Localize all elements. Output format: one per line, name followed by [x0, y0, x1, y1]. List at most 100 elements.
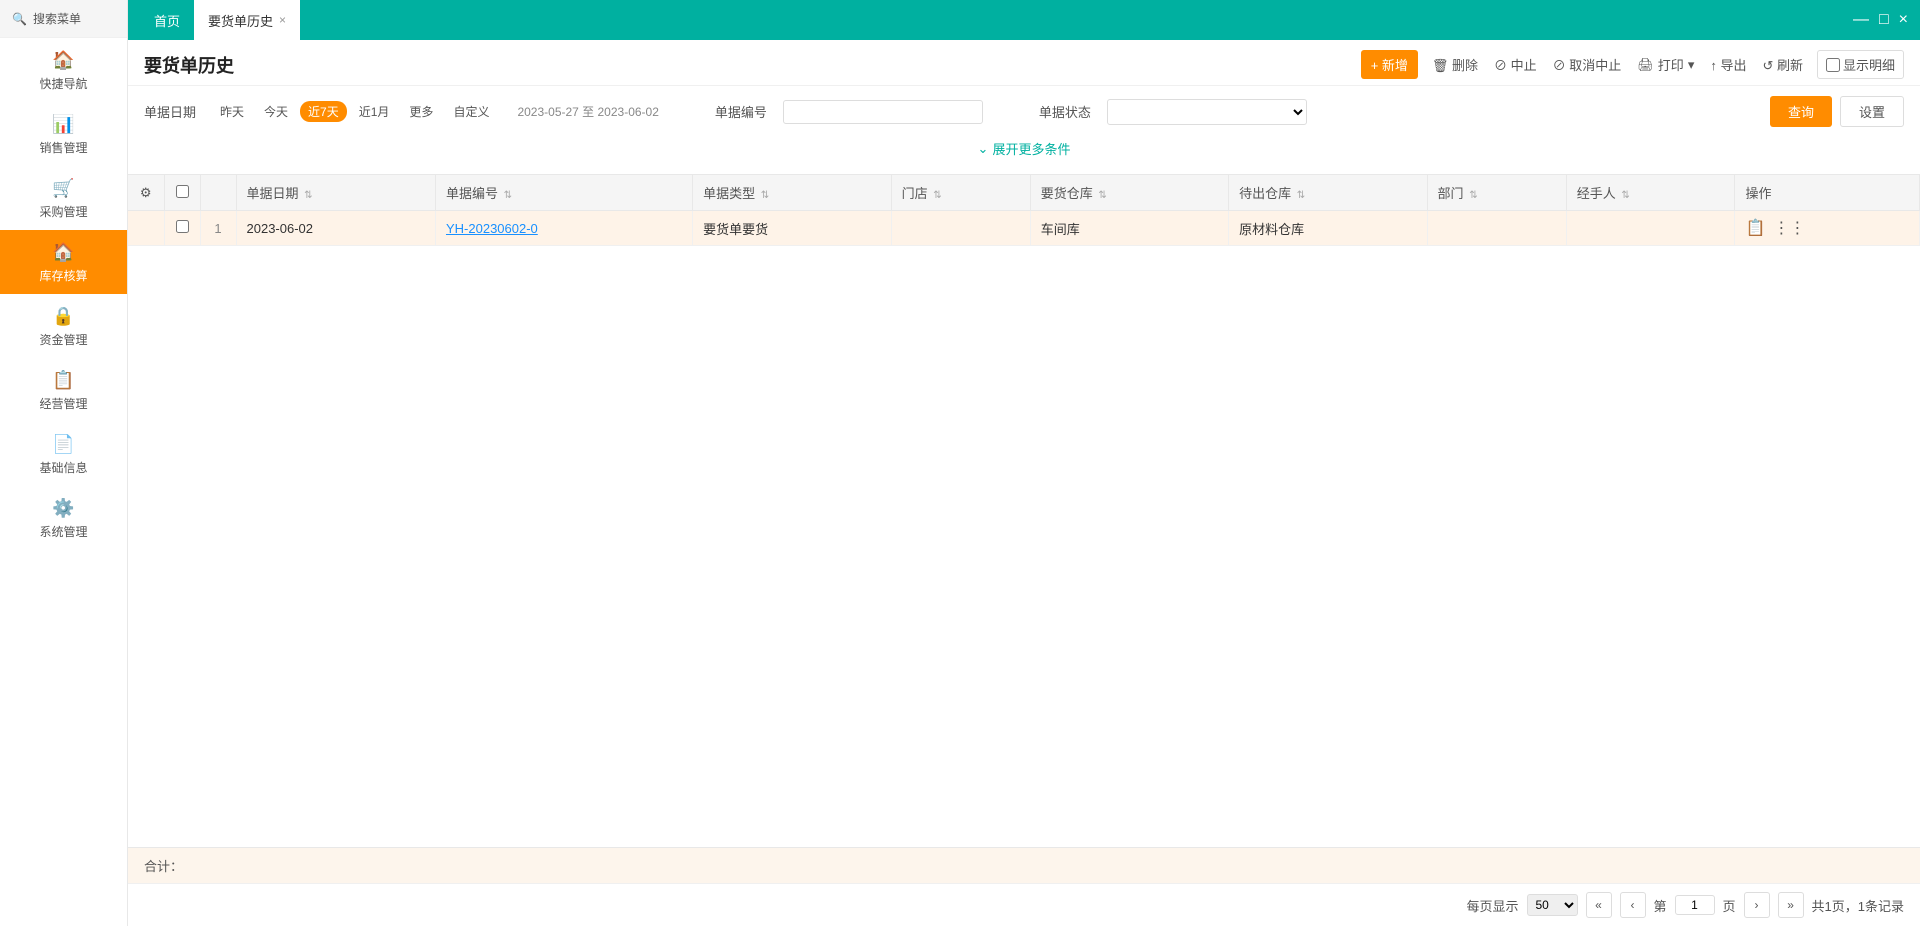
td-row-settings [128, 211, 164, 246]
sidebar-item-label: 基础信息 [39, 459, 87, 476]
th-order-no[interactable]: 单据编号 ⇅ [435, 175, 692, 211]
order-no-input[interactable] [783, 100, 983, 124]
print-dropdown-icon[interactable]: ▾ [1688, 57, 1695, 73]
table-header: ⚙ 单据日期 ⇅ 单据编号 ⇅ [128, 175, 1920, 211]
select-all-checkbox[interactable] [176, 185, 189, 198]
print-label: 打印 [1658, 55, 1684, 74]
last-page-button[interactable]: » [1778, 892, 1804, 918]
refresh-button[interactable]: ↺ 刷新 [1760, 51, 1805, 78]
td-department [1427, 211, 1566, 246]
status-filter-select[interactable] [1107, 99, 1307, 125]
th-pending-warehouse-label: 待出仓库 [1239, 186, 1291, 201]
date-btn-7days[interactable]: 近7天 [300, 101, 347, 122]
sort-type-icon: ⇅ [761, 190, 769, 201]
window-maximize-icon[interactable]: □ [1879, 11, 1889, 29]
th-handler[interactable]: 经手人 ⇅ [1566, 175, 1735, 211]
next-page-button[interactable]: › [1744, 892, 1770, 918]
main-area: 首页 要货单历史 × — □ × 要货单历史 + 新增 🗑 删除 ⊘ 中止 ⊘ … [128, 0, 1920, 926]
operations-icon: 📋 [52, 370, 74, 391]
page-prefix-label: 第 [1654, 896, 1667, 915]
sidebar-item-label: 经营管理 [39, 395, 87, 412]
per-page-select[interactable]: 50 10 20 100 [1527, 894, 1578, 916]
delete-button[interactable]: 🗑 删除 [1430, 51, 1480, 78]
page-suffix-label: 页 [1723, 896, 1736, 915]
tab-home-label: 首页 [154, 11, 180, 30]
tab-home[interactable]: 首页 [140, 0, 194, 40]
order-no-filter-label: 单据编号 [715, 102, 767, 121]
order-no-link[interactable]: YH-20230602-0 [446, 221, 538, 236]
sort-req-warehouse-icon: ⇅ [1098, 190, 1106, 201]
data-table: ⚙ 单据日期 ⇅ 单据编号 ⇅ [128, 175, 1920, 246]
add-button[interactable]: + 新增 [1361, 50, 1418, 79]
export-button[interactable]: ↑ 导出 [1708, 51, 1748, 78]
display-detail-button[interactable]: 显示明细 [1817, 50, 1904, 79]
th-department-label: 部门 [1438, 186, 1464, 201]
th-store[interactable]: 门店 ⇅ [891, 175, 1030, 211]
date-btn-today[interactable]: 今天 [256, 101, 296, 122]
th-handler-label: 经手人 [1577, 186, 1616, 201]
sidebar-item-inventory[interactable]: 🏠 库存核算 [0, 230, 127, 294]
sidebar-item-operations[interactable]: 📋 经营管理 [0, 358, 127, 422]
sidebar-item-finance[interactable]: 🔒 资金管理 [0, 294, 127, 358]
td-order-no: YH-20230602-0 [435, 211, 692, 246]
td-date: 2023-06-02 [236, 211, 435, 246]
th-num [200, 175, 236, 211]
pagination: 每页显示 50 10 20 100 « ‹ 第 页 › » 共1页，1条记录 [128, 883, 1920, 926]
th-pending-warehouse[interactable]: 待出仓库 ⇅ [1229, 175, 1427, 211]
sidebar-item-purchase[interactable]: 🛒 采购管理 [0, 166, 127, 230]
sort-order-no-icon: ⇅ [504, 190, 512, 201]
display-detail-checkbox[interactable] [1826, 58, 1840, 72]
tab-active[interactable]: 要货单历史 × [194, 0, 300, 40]
td-checkbox[interactable] [164, 211, 200, 246]
stop-button[interactable]: ⊘ 中止 [1492, 51, 1539, 78]
th-department[interactable]: 部门 ⇅ [1427, 175, 1566, 211]
sidebar-item-label: 快捷导航 [39, 75, 87, 92]
date-btn-yesterday[interactable]: 昨天 [212, 101, 252, 122]
gear-icon: ⚙️ [52, 498, 74, 519]
more-action-icon[interactable]: ⋮⋮ [1773, 218, 1805, 238]
window-minimize-icon[interactable]: — [1853, 11, 1869, 29]
date-btn-1month[interactable]: 近1月 [351, 101, 398, 122]
date-filter-label: 单据日期 [144, 102, 196, 121]
table-body: 1 2023-06-02 YH-20230602-0 要货单要货 [128, 211, 1920, 246]
basic-icon: 📄 [52, 434, 74, 455]
sidebar-item-shortcut[interactable]: 🏠 快捷导航 [0, 38, 127, 102]
date-btn-custom[interactable]: 自定义 [445, 101, 497, 122]
sidebar-item-system[interactable]: ⚙️ 系统管理 [0, 486, 127, 550]
prev-page-button[interactable]: ‹ [1620, 892, 1646, 918]
table-row: 1 2023-06-02 YH-20230602-0 要货单要货 [128, 211, 1920, 246]
sidebar-search[interactable]: 🔍 搜索菜单 [0, 0, 127, 38]
print-button[interactable]: 🖨 打印 ▾ [1635, 51, 1696, 78]
row-checkbox[interactable] [176, 220, 189, 233]
tab-close-icon[interactable]: × [279, 13, 286, 27]
first-page-button[interactable]: « [1586, 892, 1612, 918]
cart-icon: 🛒 [52, 178, 74, 199]
sidebar-item-basic[interactable]: 📄 基础信息 [0, 422, 127, 486]
filter-area: 单据日期 昨天 今天 近7天 近1月 更多 自定义 2023-05-27 至 2… [128, 86, 1920, 174]
date-btn-more[interactable]: 更多 [401, 101, 441, 122]
query-button[interactable]: 查询 [1770, 96, 1832, 127]
th-date[interactable]: 单据日期 ⇅ [236, 175, 435, 211]
status-filter-label: 单据状态 [1039, 102, 1091, 121]
edit-action-icon[interactable]: 📋 [1745, 218, 1765, 238]
chart-icon: 📊 [52, 114, 74, 135]
page-number-input[interactable] [1675, 895, 1715, 915]
sort-handler-icon: ⇅ [1621, 190, 1629, 201]
th-type[interactable]: 单据类型 ⇅ [693, 175, 891, 211]
td-type: 要货单要货 [693, 211, 891, 246]
display-detail-label: 显示明细 [1843, 55, 1895, 74]
sidebar: 🔍 搜索菜单 🏠 快捷导航 📊 销售管理 🛒 采购管理 🏠 库存核算 🔒 资金管… [0, 0, 128, 926]
expand-filter-button[interactable]: ⌄ 展开更多条件 [978, 135, 1071, 166]
th-req-warehouse[interactable]: 要货仓库 ⇅ [1030, 175, 1228, 211]
sidebar-item-sales[interactable]: 📊 销售管理 [0, 102, 127, 166]
th-date-label: 单据日期 [247, 186, 299, 201]
total-info: 共1页，1条记录 [1812, 896, 1904, 915]
window-close-icon[interactable]: × [1899, 11, 1908, 29]
th-settings[interactable]: ⚙ [128, 175, 164, 211]
td-pending-warehouse: 原材料仓库 [1229, 211, 1427, 246]
settings-button[interactable]: 设置 [1840, 96, 1904, 127]
topbar: 首页 要货单历史 × — □ × [128, 0, 1920, 40]
th-order-no-label: 单据编号 [446, 186, 498, 201]
cancel-stop-button[interactable]: ⊘ 取消中止 [1551, 51, 1624, 78]
td-action: 📋 ⋮⋮ [1735, 211, 1920, 246]
